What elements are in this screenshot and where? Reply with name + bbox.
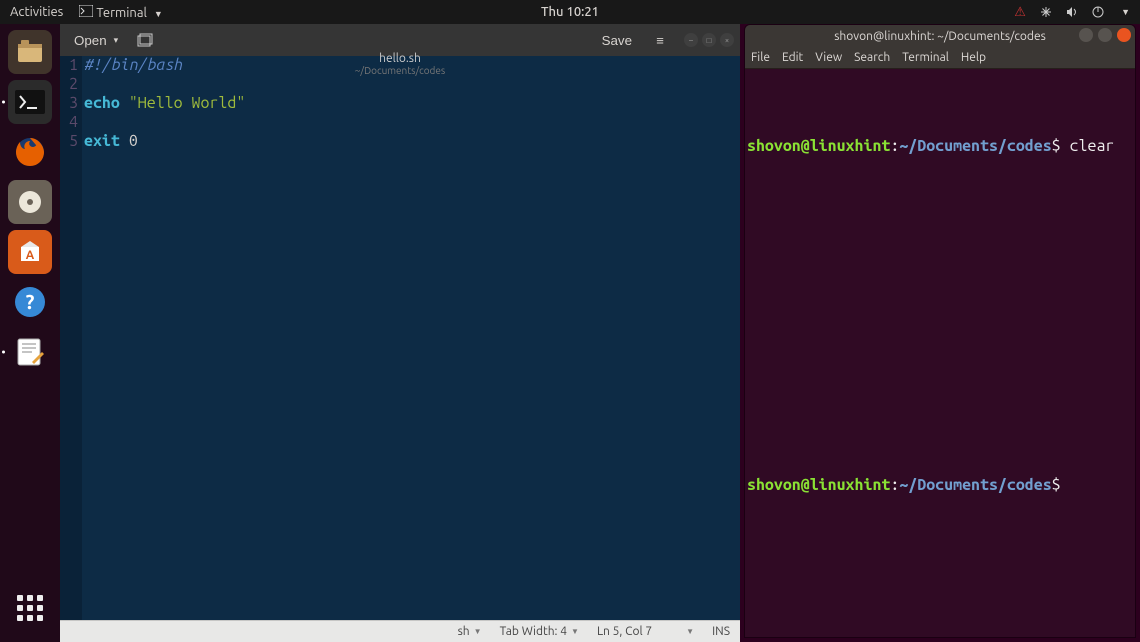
new-tab-button[interactable] (132, 29, 158, 51)
status-language[interactable]: sh▼ (458, 625, 482, 638)
maximize-icon[interactable] (1098, 28, 1112, 42)
open-button[interactable]: Open ▾ (66, 29, 126, 52)
volume-icon[interactable] (1065, 5, 1079, 19)
activities-button[interactable]: Activities (10, 5, 63, 19)
terminal-titlebar[interactable]: shovon@linuxhint: ~/Documents/codes (745, 25, 1135, 47)
chevron-down-icon: ▾ (114, 35, 119, 46)
open-label: Open (74, 33, 107, 48)
svg-text:A: A (26, 249, 35, 262)
current-app-menu[interactable]: Terminal ▼ (79, 4, 163, 20)
dock-rhythmbox[interactable] (8, 180, 52, 224)
menu-terminal[interactable]: Terminal (902, 51, 949, 64)
gedit-header: Open ▾ hello.sh ~/Documents/codes Save ≡… (60, 24, 740, 56)
code-line: #!/bin/bash (84, 56, 183, 74)
power-icon[interactable] (1091, 5, 1105, 19)
hamburger-menu-icon[interactable]: ≡ (648, 33, 672, 48)
chevron-down-icon[interactable]: ▼ (1121, 7, 1130, 17)
dock-terminal[interactable] (8, 80, 52, 124)
warning-icon[interactable]: ⚠ (1013, 5, 1027, 19)
dock-files[interactable] (8, 30, 52, 74)
status-tabwidth[interactable]: Tab Width: 4▼ (500, 625, 579, 638)
status-cursor[interactable]: Ln 5, Col 7▼ (597, 625, 694, 638)
save-button[interactable]: Save (592, 29, 642, 52)
minimize-icon[interactable] (1079, 28, 1093, 42)
top-panel: Activities Terminal ▼ Thu 10:21 ⚠ ▼ (0, 0, 1140, 24)
terminal-window: shovon@linuxhint: ~/Documents/codes File… (744, 24, 1136, 638)
chevron-down-icon: ▼ (154, 9, 163, 19)
launcher-dock: A ? (0, 24, 60, 642)
code-token: 0 (129, 132, 138, 150)
terminal-title-text: shovon@linuxhint: ~/Documents/codes (834, 30, 1046, 43)
dock-firefox[interactable] (8, 130, 52, 174)
gedit-window: Open ▾ hello.sh ~/Documents/codes Save ≡… (60, 24, 740, 642)
menu-view[interactable]: View (815, 51, 842, 64)
dock-help[interactable]: ? (8, 280, 52, 324)
terminal-menubar: File Edit View Search Terminal Help (745, 47, 1135, 69)
current-app-label: Terminal (96, 6, 147, 20)
close-icon[interactable]: × (720, 33, 734, 47)
svg-text:?: ? (26, 290, 35, 313)
terminal-icon (79, 4, 93, 18)
line-gutter: 1 2 3 4 5 (60, 56, 82, 620)
menu-edit[interactable]: Edit (782, 51, 803, 64)
code-area[interactable]: #!/bin/bash echo "Hello World" exit 0 (82, 56, 740, 620)
code-token: "Hello World" (129, 94, 245, 112)
show-applications[interactable] (8, 586, 52, 630)
menu-help[interactable]: Help (961, 51, 986, 64)
terminal-line: shovon@linuxhint:~/Documents/codes$ clea… (747, 137, 1133, 156)
code-editor[interactable]: 1 2 3 4 5 #!/bin/bash echo "Hello World"… (60, 56, 740, 620)
terminal-body[interactable]: shovon@linuxhint:~/Documents/codes$ clea… (745, 69, 1135, 637)
maximize-icon[interactable]: □ (702, 33, 716, 47)
status-insert-mode: INS (712, 625, 730, 638)
network-icon[interactable] (1039, 5, 1053, 19)
menu-file[interactable]: File (751, 51, 770, 64)
clock[interactable]: Thu 10:21 (541, 5, 599, 19)
dock-gedit[interactable] (8, 330, 52, 374)
menu-search[interactable]: Search (854, 51, 890, 64)
close-icon[interactable] (1117, 28, 1131, 42)
terminal-line: shovon@linuxhint:~/Documents/codes$ (747, 476, 1133, 495)
status-bar: sh▼ Tab Width: 4▼ Ln 5, Col 7▼ INS (60, 620, 740, 642)
code-token: echo (84, 94, 120, 112)
code-token: exit (84, 132, 120, 150)
dock-software[interactable]: A (8, 230, 52, 274)
minimize-icon[interactable]: – (684, 33, 698, 47)
